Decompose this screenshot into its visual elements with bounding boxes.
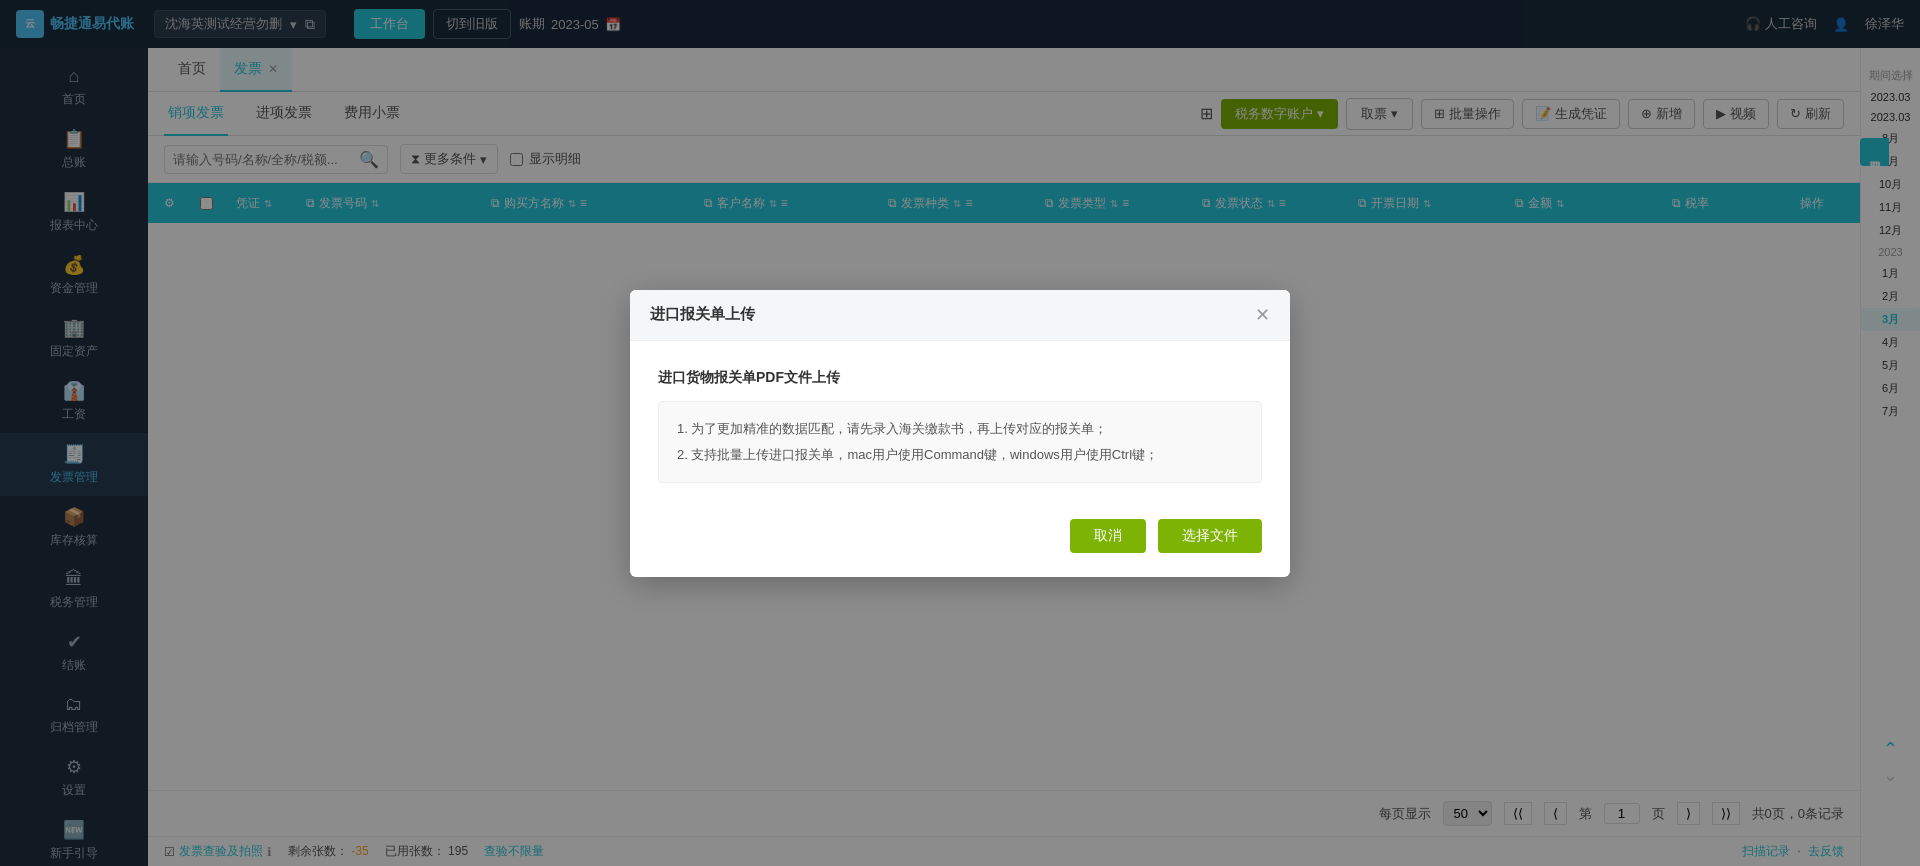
import-customs-modal: 进口报关单上传 ✕ 进口货物报关单PDF文件上传 1. 为了更加精准的数据匹配，… [630,290,1290,577]
modal-footer: 取消 选择文件 [630,503,1290,577]
modal-header: 进口报关单上传 ✕ [630,290,1290,341]
modal-select-file-button[interactable]: 选择文件 [1158,519,1262,553]
modal-info-box: 1. 为了更加精准的数据匹配，请先录入海关缴款书，再上传对应的报关单； 2. 支… [658,401,1262,483]
modal-close-button[interactable]: ✕ [1255,304,1270,326]
modal-body: 进口货物报关单PDF文件上传 1. 为了更加精准的数据匹配，请先录入海关缴款书，… [630,341,1290,503]
modal-overlay[interactable]: 进口报关单上传 ✕ 进口货物报关单PDF文件上传 1. 为了更加精准的数据匹配，… [0,0,1920,866]
modal-section-title: 进口货物报关单PDF文件上传 [658,369,1262,387]
modal-title: 进口报关单上传 [650,305,755,324]
modal-info-line-1: 1. 为了更加精准的数据匹配，请先录入海关缴款书，再上传对应的报关单； [677,416,1243,442]
modal-cancel-button[interactable]: 取消 [1070,519,1146,553]
modal-info-line-2: 2. 支持批量上传进口报关单，mac用户使用Command键，windows用户… [677,442,1243,468]
